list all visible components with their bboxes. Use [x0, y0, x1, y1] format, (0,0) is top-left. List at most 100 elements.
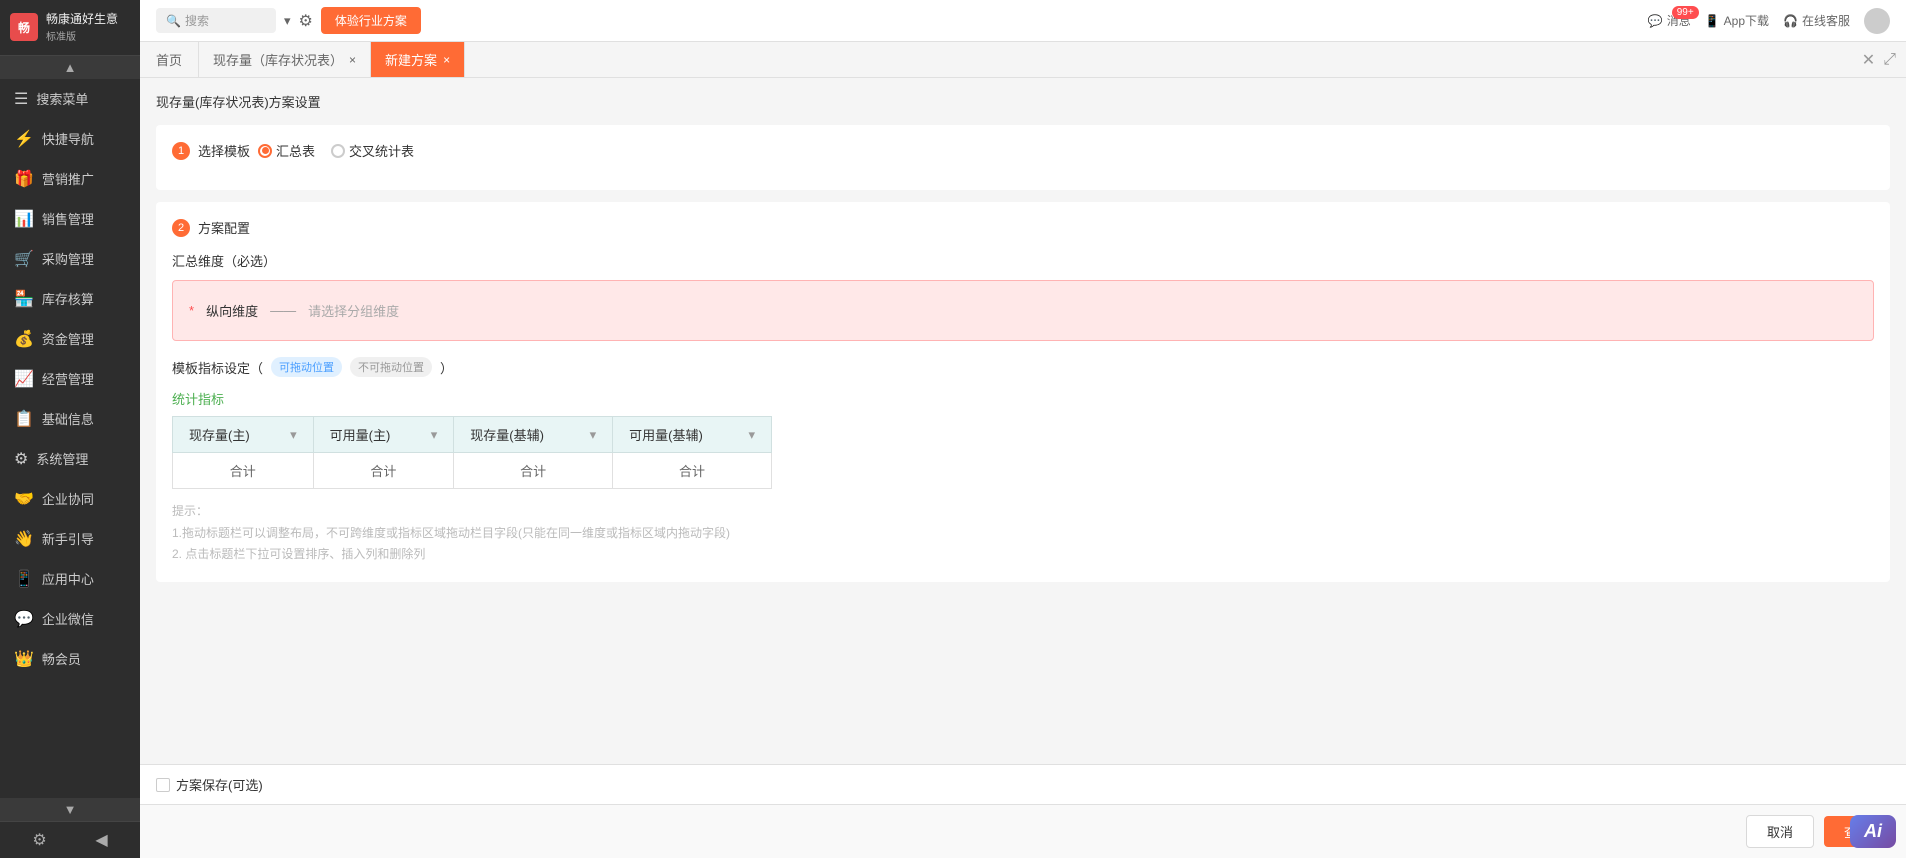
- sidebar-item-10[interactable]: 🤝企业协同: [0, 479, 140, 519]
- stats-col-cell-3: 合计: [613, 453, 772, 489]
- stats-col-header-0[interactable]: 现存量(主)▾: [173, 417, 314, 453]
- sidebar-icon-3: 📊: [14, 209, 34, 229]
- tab-home[interactable]: 首页: [140, 42, 199, 77]
- cancel-button[interactable]: 取消: [1746, 815, 1814, 848]
- save-checkbox-box[interactable]: [156, 778, 170, 792]
- col-dropdown-1[interactable]: ▾: [431, 427, 438, 443]
- required-star: *: [189, 303, 194, 318]
- app-download-label: App下载: [1724, 12, 1769, 29]
- sidebar-item-11[interactable]: 👋新手引导: [0, 519, 140, 559]
- tab-expand-icon[interactable]: ⤢: [1883, 51, 1896, 69]
- search-text: 搜索: [185, 12, 209, 29]
- vertical-dim-label: 纵向维度: [206, 301, 258, 320]
- col-dropdown-0[interactable]: ▾: [290, 427, 297, 443]
- step2-header: 2 方案配置: [172, 218, 1874, 237]
- topbar-left: 🔍 搜索 ▾ ⚙ 体验行业方案: [156, 7, 1636, 34]
- sidebar-item-2[interactable]: 🎁营销推广: [0, 159, 140, 199]
- radio-dot-summary: [258, 144, 272, 158]
- service-label: 在线客服: [1802, 12, 1850, 29]
- sidebar-item-13[interactable]: 💬企业微信: [0, 599, 140, 639]
- industry-plan-button[interactable]: 体验行业方案: [321, 7, 421, 34]
- online-service-button[interactable]: 🎧 在线客服: [1783, 12, 1850, 29]
- service-icon: 🎧: [1783, 14, 1798, 28]
- col-dropdown-3[interactable]: ▾: [748, 427, 755, 443]
- sidebar-icon-5: 🏪: [14, 289, 34, 309]
- dropdown-icon: ▾: [284, 13, 291, 29]
- sidebar-item-7[interactable]: 📈经营管理: [0, 359, 140, 399]
- step2-title: 方案配置: [198, 218, 250, 237]
- radio-summary-table[interactable]: 汇总表: [258, 141, 315, 160]
- ai-badge[interactable]: Ai: [1850, 815, 1896, 848]
- sidebar-item-3[interactable]: 📊销售管理: [0, 199, 140, 239]
- indicator-close-text: ）: [440, 358, 453, 377]
- sidebar-scroll-down[interactable]: ▼: [0, 798, 140, 821]
- step1-title: 选择模板: [198, 141, 250, 160]
- tab-new-plan[interactable]: 新建方案 ×: [371, 42, 465, 77]
- tab-new-plan-close[interactable]: ×: [443, 53, 450, 67]
- logo-text-area: 畅康通好生意 标准版: [46, 12, 118, 43]
- sidebar-scroll-up[interactable]: ▲: [0, 56, 140, 79]
- sidebar-icon-7: 📈: [14, 369, 34, 389]
- sidebar-item-4[interactable]: 🛒采购管理: [0, 239, 140, 279]
- tip-item-1: 1.拖动标题栏可以调整布局，不可跨维度或指标区域拖动栏目字段(只能在同一维度或指…: [172, 523, 1874, 545]
- step2-section: 2 方案配置 汇总维度（必选） * 纵向维度 —— 请选择分组维度 模板指标设定…: [156, 202, 1890, 582]
- stats-col-header-2[interactable]: 现存量(基辅) ▾: [454, 417, 613, 453]
- topbar-right: 💬 消息 99+ 📱 App下载 🎧 在线客服: [1648, 8, 1890, 34]
- sidebar-item-8[interactable]: 📋基础信息: [0, 399, 140, 439]
- sidebar-item-6[interactable]: 💰资金管理: [0, 319, 140, 359]
- radio-cross-table[interactable]: 交叉统计表: [331, 141, 414, 160]
- stats-table-header-row: 现存量(主)▾可用量(主)▾现存量(基辅)▾可用量(基辅)▾: [173, 417, 772, 453]
- sidebar-label-10: 企业协同: [42, 489, 94, 508]
- sidebar-item-0[interactable]: ☰搜索菜单: [0, 79, 140, 119]
- stats-col-cell-2: 合计: [454, 453, 613, 489]
- search-bar[interactable]: 🔍 搜索: [156, 8, 276, 33]
- stats-table-body-row: 合计合计合计合计: [173, 453, 772, 489]
- sidebar-item-14[interactable]: 👑畅会员: [0, 639, 140, 679]
- app-download-button[interactable]: 📱 App下载: [1705, 12, 1769, 29]
- radio-dot-cross: [331, 144, 345, 158]
- sidebar-icon-12: 📱: [14, 569, 34, 589]
- tips-title: 提示：: [172, 501, 1874, 523]
- sidebar-icon-14: 👑: [14, 649, 34, 669]
- sidebar-item-5[interactable]: 🏪库存核算: [0, 279, 140, 319]
- sidebar-item-9[interactable]: ⚙系统管理: [0, 439, 140, 479]
- save-plan-checkbox[interactable]: 方案保存(可选): [156, 775, 263, 794]
- search-icon: 🔍: [166, 14, 181, 28]
- page-title: 现存量(库存状况表)方案设置: [156, 92, 1890, 111]
- stats-col-header-1[interactable]: 可用量(主)▾: [313, 417, 454, 453]
- sidebar-label-12: 应用中心: [42, 569, 94, 588]
- stats-label: 统计指标: [172, 389, 1874, 408]
- stats-col-header-3[interactable]: 可用量(基辅)▾: [613, 417, 772, 453]
- bottom-save-bar: 方案保存(可选): [140, 764, 1906, 804]
- sidebar-icon-4: 🛒: [14, 249, 34, 269]
- sidebar-icon-13: 💬: [14, 609, 34, 629]
- sidebar-label-8: 基础信息: [42, 409, 94, 428]
- sidebar-item-1[interactable]: ⚡快捷导航: [0, 119, 140, 159]
- topbar-gear-icon[interactable]: ⚙: [299, 11, 313, 31]
- col-dropdown-2[interactable]: ▾: [590, 427, 597, 443]
- step1-header: 1 选择模板 汇总表 交叉统计表: [172, 141, 1874, 160]
- messages-button[interactable]: 💬 消息 99+: [1648, 12, 1691, 29]
- settings-footer-icon[interactable]: ⚙: [32, 830, 46, 850]
- logo-icon: 畅: [10, 13, 38, 41]
- tab-close-window-icon[interactable]: ✕: [1862, 50, 1875, 70]
- sidebar-label-0: 搜索菜单: [36, 89, 88, 108]
- sidebar-item-12[interactable]: 📱 应用中心: [0, 559, 140, 599]
- radio-cross-label: 交叉统计表: [349, 141, 414, 160]
- dimension-row[interactable]: * 纵向维度 —— 请选择分组维度: [172, 280, 1874, 341]
- col-label-2: 现存量(基辅): [470, 425, 544, 444]
- user-avatar[interactable]: [1864, 8, 1890, 34]
- summary-dimension-label: 汇总维度（必选）: [172, 251, 1874, 270]
- audio-footer-icon[interactable]: ◀: [95, 830, 107, 850]
- topbar-dropdown[interactable]: ▾: [284, 13, 291, 29]
- app-edition: 标准版: [46, 28, 118, 43]
- template-radio-group: 汇总表 交叉统计表: [258, 141, 414, 160]
- tip-item-2: 2. 点击标题栏下拉可设置排序、插入列和删除列: [172, 544, 1874, 566]
- indicator-label: 模板指标设定（ 可拖动位置 不可拖动位置 ）: [172, 357, 1874, 377]
- tab-inventory-status[interactable]: 现存量（库存状况表） ×: [199, 42, 371, 77]
- content-area: 现存量(库存状况表)方案设置 1 选择模板 汇总表 交叉统计表: [140, 78, 1906, 764]
- stats-col-cell-0: 合计: [173, 453, 314, 489]
- stats-table: 现存量(主)▾可用量(主)▾现存量(基辅)▾可用量(基辅)▾ 合计合计合计合计: [172, 416, 772, 489]
- tab-inventory-close[interactable]: ×: [349, 53, 356, 67]
- messages-badge: 99+: [1672, 6, 1699, 19]
